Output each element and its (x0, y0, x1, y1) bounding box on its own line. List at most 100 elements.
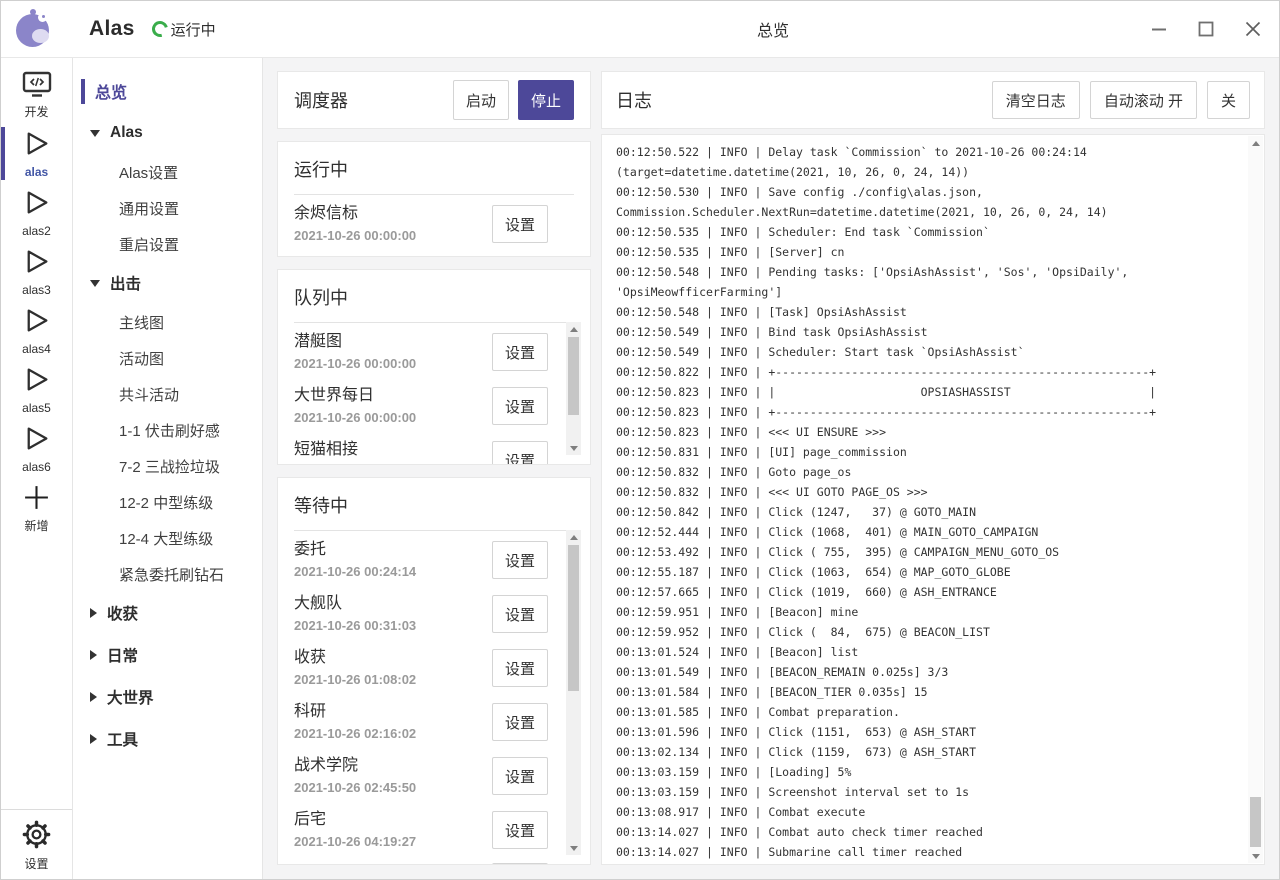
code-monitor-icon (22, 71, 52, 103)
menu-item-urgent-commission[interactable]: 紧急委托刷钻石 (73, 556, 262, 592)
log-line: 00:13:01.585 | INFO | Combat preparation… (616, 702, 1232, 722)
sidebar-item-alas5[interactable]: alas5 (1, 360, 72, 419)
sidebar-item-alas6[interactable]: alas6 (1, 419, 72, 478)
autoscroll-on-button[interactable]: 自动滚动 开 (1090, 81, 1197, 119)
app-name: Alas (89, 17, 135, 41)
minimize-icon[interactable] (1149, 19, 1169, 39)
menu-item-7-2[interactable]: 7-2 三战捡垃圾 (73, 448, 262, 484)
task-setting-button[interactable]: 设置 (492, 811, 548, 849)
play-icon (22, 306, 51, 340)
menu-item-12-2[interactable]: 12-2 中型练级 (73, 484, 262, 520)
log-line: 00:12:50.831 | INFO | [UI] page_commissi… (616, 442, 1232, 462)
waiting-title: 等待中 (294, 492, 574, 518)
scrollbar-thumb[interactable] (568, 337, 579, 415)
task-setting-button[interactable]: 设置 (492, 757, 548, 795)
task-setting-button[interactable]: 设置 (492, 387, 548, 425)
task-setting-button[interactable]: 设置 (492, 205, 548, 243)
scroll-down-icon[interactable] (566, 441, 581, 455)
task-name: 短猫相接 (294, 439, 492, 461)
task-setting-button[interactable]: 设置 (492, 441, 548, 465)
autoscroll-off-button[interactable]: 关 (1207, 81, 1250, 119)
scheduler-stop-button[interactable]: 停止 (518, 80, 574, 120)
menu-item-general-settings[interactable]: 通用设置 (73, 190, 262, 226)
task-row: 短猫相接 2021-10-26 00:00:00 设置 (294, 431, 548, 465)
menu-group-opsi[interactable]: 大世界 (73, 676, 262, 718)
task-name: 潜艇图 (294, 331, 492, 353)
task-row: 余烬信标 2021-10-26 00:00:00 设置 (294, 195, 548, 249)
alas-logo-icon (16, 9, 54, 49)
log-line: 00:12:50.842 | INFO | Click (1247, 37) @… (616, 502, 1232, 522)
log-line: 00:12:50.522 | INFO | Delay task `Commis… (616, 142, 1232, 182)
task-row: 大世界每日 2021-10-26 00:00:00 设置 (294, 377, 548, 431)
log-column: 日志 清空日志 自动滚动 开 关 00:12:50.522 | INFO | D… (601, 71, 1265, 865)
waiting-task-list: 委托 2021-10-26 00:24:14 设置 大舰队 2021-10-26… (294, 531, 574, 865)
scroll-down-icon[interactable] (1248, 849, 1263, 863)
play-icon (22, 188, 51, 222)
instance-sidebar: 开发 alas alas2 alas3 (1, 58, 73, 879)
log-line: 00:13:03.159 | INFO | Screenshot interva… (616, 782, 1232, 802)
task-row: 委托 2021-10-26 00:24:14 设置 (294, 531, 548, 585)
menu-item-restart-settings[interactable]: 重启设置 (73, 226, 262, 262)
chevron-down-icon (90, 130, 100, 137)
menu-item-coop-event[interactable]: 共斗活动 (73, 376, 262, 412)
menu-group-tools[interactable]: 工具 (73, 718, 262, 760)
log-line: 00:12:50.530 | INFO | Save config ./conf… (616, 182, 1232, 222)
task-setting-button[interactable]: 设置 (492, 595, 548, 633)
task-setting-button[interactable]: 设置 (492, 333, 548, 371)
menu-item-main-map[interactable]: 主线图 (73, 304, 262, 340)
clear-log-button[interactable]: 清空日志 (992, 81, 1080, 119)
chevron-down-icon (90, 280, 100, 287)
menu-item-event-map[interactable]: 活动图 (73, 340, 262, 376)
scrollbar-thumb[interactable] (568, 545, 579, 691)
menu-item-1-1[interactable]: 1-1 伏击刷好感 (73, 412, 262, 448)
scroll-down-icon[interactable] (566, 841, 581, 855)
scroll-up-icon[interactable] (1248, 136, 1263, 150)
sidebar-footer: 设置 (1, 809, 72, 879)
task-setting-button[interactable]: 设置 (492, 649, 548, 687)
sidebar-item-settings[interactable]: 设置 (1, 817, 72, 873)
task-setting-button[interactable]: 设置 (492, 863, 548, 865)
task-row: 大舰队 2021-10-26 00:31:03 设置 (294, 585, 548, 639)
sidebar-item-alas[interactable]: alas (1, 124, 72, 183)
scrollbar (566, 322, 581, 455)
running-spinner-icon (149, 18, 171, 40)
sidebar-item-alas3[interactable]: alas3 (1, 242, 72, 301)
maximize-icon[interactable] (1196, 19, 1216, 39)
app-body: 开发 alas alas2 alas3 (1, 58, 1279, 879)
task-next-run-time: 2021-10-26 00:31:03 (294, 617, 492, 635)
log-line: 00:13:01.584 | INFO | [BEACON_TIER 0.035… (616, 682, 1232, 702)
menu-item-alas-settings[interactable]: Alas设置 (73, 154, 262, 190)
task-next-run-time: 2021-10-26 00:00:00 (294, 463, 492, 465)
menu-item-12-4[interactable]: 12-4 大型练级 (73, 520, 262, 556)
log-line: 00:13:01.596 | INFO | Click (1151, 653) … (616, 722, 1232, 742)
task-row: 后宅 2021-10-26 04:19:27 设置 (294, 801, 548, 855)
task-next-run-time: 2021-10-26 01:08:02 (294, 671, 492, 689)
menu-group-attack[interactable]: 出击 (73, 262, 262, 304)
menu-group-daily[interactable]: 日常 (73, 634, 262, 676)
task-name: 收获 (294, 647, 492, 669)
log-line: 00:12:50.535 | INFO | [Server] cn (616, 242, 1232, 262)
pending-task-list: 潜艇图 2021-10-26 00:00:00 设置 大世界每日 2021-10… (294, 323, 574, 465)
sidebar-item-alas2[interactable]: alas2 (1, 183, 72, 242)
chevron-right-icon (90, 650, 97, 660)
menu-group-alas[interactable]: Alas (73, 112, 262, 154)
menu-item-overview[interactable]: 总览 (73, 70, 262, 112)
log-line: 00:13:03.159 | INFO | [Loading] 5% (616, 762, 1232, 782)
sidebar-item-alas4[interactable]: alas4 (1, 301, 72, 360)
task-name: 委托 (294, 539, 492, 561)
sidebar-item-add-instance[interactable]: 新增 (1, 478, 72, 537)
scroll-up-icon[interactable] (566, 322, 581, 336)
running-card: 运行中 余烬信标 2021-10-26 00:00:00 设置 (277, 141, 591, 257)
log-panel-header: 日志 清空日志 自动滚动 开 关 (601, 71, 1265, 129)
close-icon[interactable] (1243, 19, 1263, 39)
task-setting-button[interactable]: 设置 (492, 541, 548, 579)
task-setting-button[interactable]: 设置 (492, 703, 548, 741)
scrollbar-thumb[interactable] (1250, 797, 1261, 847)
log-line: 00:12:50.535 | INFO | Scheduler: End tas… (616, 222, 1232, 242)
plus-icon (22, 483, 51, 517)
window-controls (1149, 1, 1263, 57)
sidebar-item-dev[interactable]: 开发 (1, 65, 72, 124)
menu-group-harvest[interactable]: 收获 (73, 592, 262, 634)
scroll-up-icon[interactable] (566, 530, 581, 544)
scheduler-start-button[interactable]: 启动 (453, 80, 509, 120)
